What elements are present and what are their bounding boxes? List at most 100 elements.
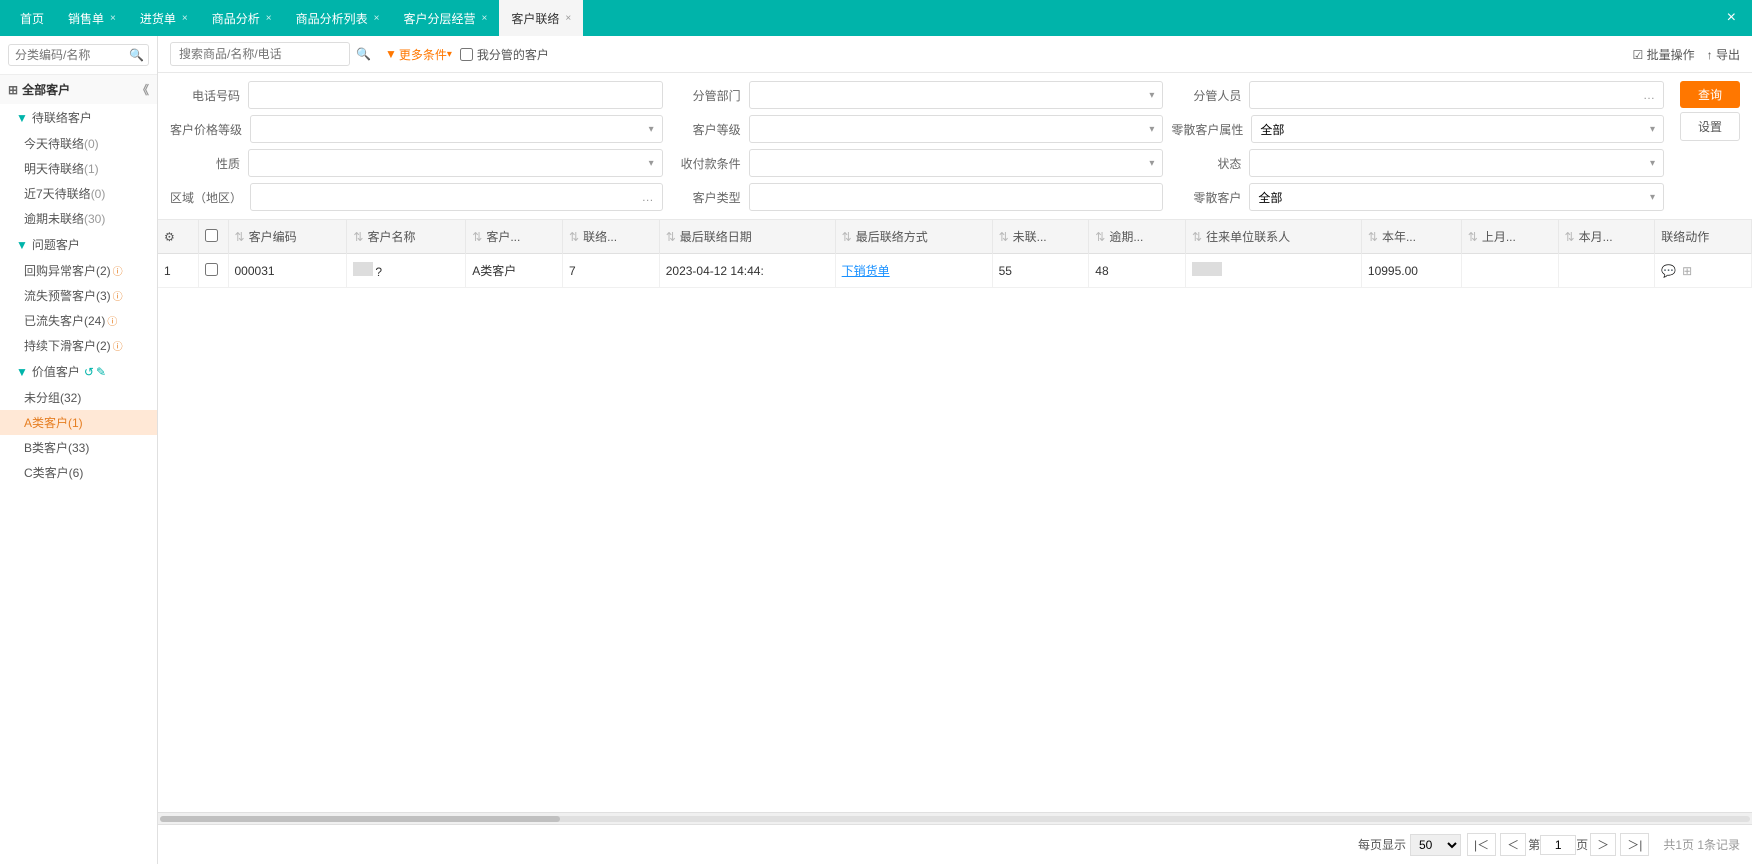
col-this-month[interactable]: ⇅本月...	[1558, 220, 1655, 254]
filter-nature: 性质 ▾	[170, 149, 663, 177]
row-checkbox[interactable]	[205, 263, 218, 276]
phone-input[interactable]	[248, 81, 663, 109]
region-select[interactable]: …	[250, 183, 663, 211]
query-button[interactable]: 查询	[1680, 81, 1740, 108]
nav-analysis[interactable]: 商品分析 ×	[200, 0, 284, 36]
nav-customer-contact[interactable]: 客户联络 ×	[499, 0, 583, 36]
collapse-icon[interactable]: 《	[137, 81, 149, 98]
sidebar-item-today[interactable]: 今天待联络(0)	[0, 131, 157, 156]
method-link[interactable]: 下销货单	[842, 264, 890, 278]
sidebar-item-7days[interactable]: 近7天待联络(0)	[0, 181, 157, 206]
filter-search-icon[interactable]: 🔍	[356, 47, 371, 61]
prev-page-btn[interactable]: ＜	[1500, 833, 1526, 856]
sidebar-item-tomorrow[interactable]: 明天待联络(1)	[0, 156, 157, 181]
nav-home[interactable]: 首页	[8, 0, 56, 36]
pagination: 每页显示 50 100 200 |＜ ＜ 第 页 ＞ ＞| 共1页 1条记录	[158, 824, 1752, 864]
refresh-icon[interactable]: ↺	[84, 365, 94, 379]
sidebar-item-churn-warn[interactable]: 流失预警客户(3)ⓘ	[0, 283, 157, 308]
sidebar-search-icon: 🔍	[129, 48, 144, 62]
nature-select[interactable]: ▾	[248, 149, 663, 177]
settings-icon[interactable]: ⚙	[164, 230, 175, 244]
col-contact-count[interactable]: ⇅联络...	[563, 220, 660, 254]
col-last-date[interactable]: ⇅最后联络日期	[659, 220, 835, 254]
sidebar-item-b-class[interactable]: B类客户(33)	[0, 435, 157, 460]
nav-sales[interactable]: 销售单 ×	[56, 0, 128, 36]
nav-analysis-list[interactable]: 商品分析列表 ×	[284, 0, 392, 36]
next-page-btn[interactable]: ＞	[1590, 833, 1616, 856]
retail-select[interactable]: 全部 ▾	[1249, 183, 1664, 211]
customer-table: ⚙ ⇅客户编码 ⇅客户名称 ⇅客户...	[158, 220, 1752, 812]
status-select[interactable]: ▾	[1249, 149, 1664, 177]
nav-purchase[interactable]: 进货单 ×	[128, 0, 200, 36]
sidebar-item-abnormal[interactable]: 回购异常客户(2)ⓘ	[0, 258, 157, 283]
sort-month-icon: ⇅	[1565, 230, 1575, 244]
sidebar-search-input[interactable]	[8, 44, 149, 66]
my-customer-checkbox[interactable]	[460, 48, 473, 61]
col-last-month[interactable]: ⇅上月...	[1461, 220, 1558, 254]
edit-icon[interactable]: ✎	[96, 365, 106, 379]
first-page-btn[interactable]: |＜	[1467, 833, 1496, 856]
close-analysis-list-icon[interactable]: ×	[374, 13, 380, 24]
customer-type-input[interactable]	[749, 183, 1164, 211]
window-close-button[interactable]: ×	[1719, 9, 1744, 27]
total-info: 共1页 1条记录	[1663, 836, 1740, 853]
close-customer-contact-icon[interactable]: ×	[565, 13, 571, 24]
col-this-year[interactable]: ⇅本年...	[1361, 220, 1461, 254]
close-customer-segment-icon[interactable]: ×	[481, 13, 487, 24]
sidebar-item-declining[interactable]: 持续下滑客户(2)ⓘ	[0, 333, 157, 358]
close-sales-icon[interactable]: ×	[110, 13, 116, 24]
sidebar-item-overdue[interactable]: 逾期未联络(30)	[0, 206, 157, 231]
sort-contact-icon: ⇅	[569, 230, 579, 244]
sort-overdue-icon: ⇅	[1095, 230, 1105, 244]
dept-select[interactable]: ▾	[749, 81, 1164, 109]
sidebar-all-customers[interactable]: ⊞ 全部客户 《	[0, 75, 157, 104]
sort-date-icon: ⇅	[666, 230, 676, 244]
col-contacts[interactable]: ⇅往来单位联系人	[1186, 220, 1362, 254]
col-overdue[interactable]: ⇅逾期...	[1089, 220, 1186, 254]
sidebar-item-unclassified[interactable]: 未分组(32)	[0, 385, 157, 410]
more-filter-btn[interactable]: ▼ 更多条件 ▾	[385, 46, 452, 63]
sidebar-item-a-class[interactable]: A类客户(1)	[0, 410, 157, 435]
sidebar-group-problem[interactable]: ▼ 问题客户	[0, 231, 157, 258]
retail-attr-arrow-icon: ▾	[1650, 124, 1655, 135]
my-customer-filter[interactable]: 我分管的客户	[460, 46, 549, 63]
col-not-contacted[interactable]: ⇅未联...	[992, 220, 1089, 254]
col-name[interactable]: ⇅客户名称	[347, 220, 466, 254]
col-last-method[interactable]: ⇅最后联络方式	[835, 220, 992, 254]
last-page-btn[interactable]: ＞|	[1620, 833, 1649, 856]
qr-icon[interactable]: ⊞	[1682, 264, 1692, 278]
select-all-checkbox[interactable]	[205, 229, 218, 242]
close-purchase-icon[interactable]: ×	[182, 13, 188, 24]
col-checkbox	[198, 220, 228, 254]
nav-customer-segment[interactable]: 客户分层经营 ×	[391, 0, 499, 36]
chat-icon[interactable]: 💬	[1661, 264, 1676, 278]
batch-op-btn[interactable]: ☑ 批量操作	[1633, 46, 1695, 63]
col-customer-type[interactable]: ⇅客户...	[466, 220, 563, 254]
search-input[interactable]	[170, 42, 350, 66]
sidebar-group-pending[interactable]: ▼ 待联络客户	[0, 104, 157, 131]
filter-phone: 电话号码	[170, 81, 663, 109]
page-size-select[interactable]: 50 100 200	[1410, 834, 1461, 856]
status-arrow-icon: ▾	[1650, 158, 1655, 169]
customer-level-select[interactable]: ▾	[749, 115, 1164, 143]
sidebar-group-value[interactable]: ▼ 价值客户 ↺ ✎	[0, 358, 157, 385]
col-settings[interactable]: ⚙	[158, 220, 198, 254]
horizontal-scrollbar[interactable]	[158, 812, 1752, 824]
export-btn[interactable]: ↑ 导出	[1707, 46, 1740, 63]
sort-name-icon: ⇅	[353, 230, 363, 244]
page-input[interactable]	[1540, 835, 1576, 855]
col-code[interactable]: ⇅客户编码	[228, 220, 347, 254]
close-analysis-icon[interactable]: ×	[266, 13, 272, 24]
price-level-select[interactable]: ▾	[250, 115, 663, 143]
cell-last-method[interactable]: 下销货单	[835, 254, 992, 288]
sidebar-item-c-class[interactable]: C类客户(6)	[0, 460, 157, 485]
payment-select[interactable]: ▾	[749, 149, 1164, 177]
scroll-track	[160, 816, 1750, 822]
person-select[interactable]: …	[1249, 81, 1664, 109]
filter-customer-type: 客户类型	[671, 183, 1164, 211]
settings-button[interactable]: 设置	[1680, 112, 1740, 141]
filter-region: 区域（地区） …	[170, 183, 663, 211]
sidebar-item-churned[interactable]: 已流失客户(24)ⓘ	[0, 308, 157, 333]
filter-status: 状态 ▾	[1171, 149, 1664, 177]
retail-attr-select[interactable]: 全部 ▾	[1251, 115, 1664, 143]
